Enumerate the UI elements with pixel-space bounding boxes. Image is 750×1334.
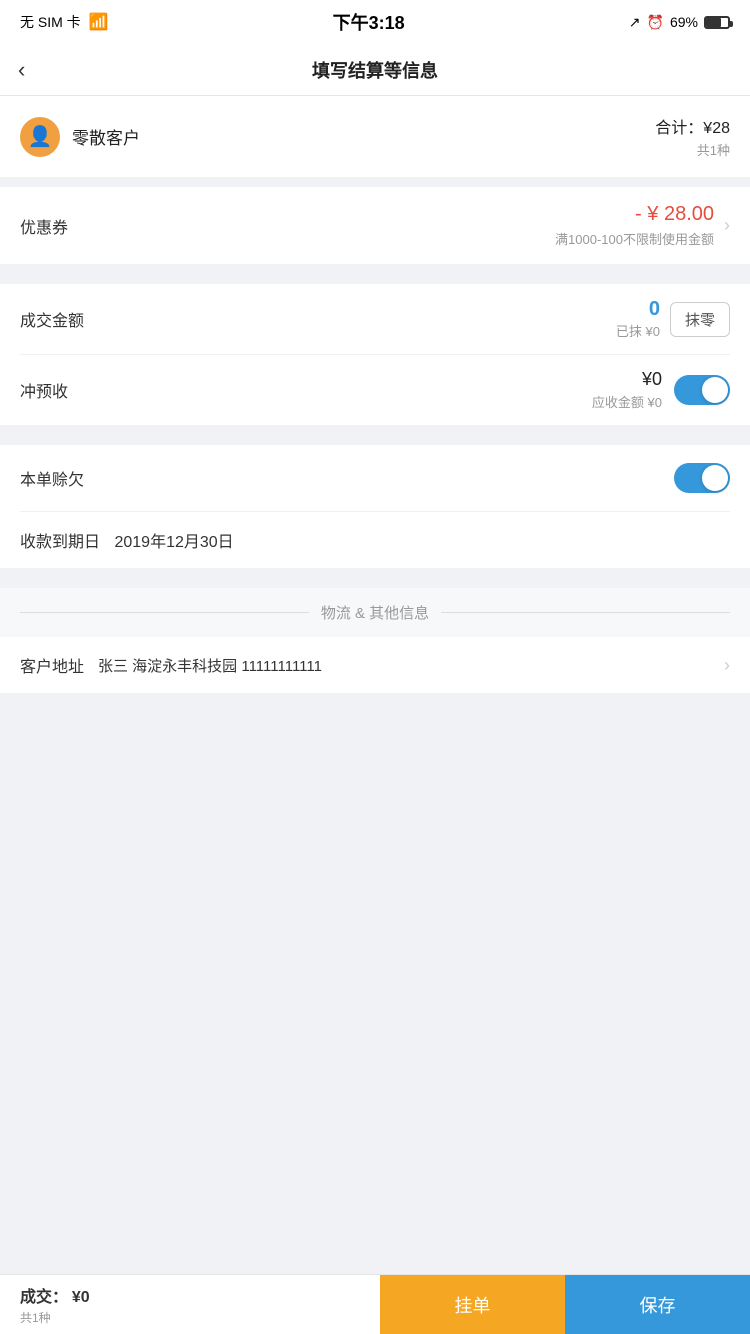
bottom-count: 共1种: [20, 1309, 380, 1326]
due-date-value: 2019年12月30日: [114, 534, 233, 551]
total-amount: 合计：¥28: [655, 114, 730, 138]
defer-label: 本单赊欠: [20, 466, 84, 490]
save-button[interactable]: 保存: [565, 1275, 750, 1334]
deal-amount-col: 0 已抹 ¥0: [616, 298, 660, 340]
location-icon: ↗: [629, 14, 641, 31]
empty-space: [0, 703, 750, 903]
coupon-row[interactable]: 优惠券 - ¥ 28.00 满1000-100不限制使用金额 ›: [0, 187, 750, 264]
coupon-card[interactable]: 优惠券 - ¥ 28.00 满1000-100不限制使用金额 ›: [0, 187, 750, 264]
defer-row: 本单赊欠: [0, 445, 750, 511]
address-card[interactable]: 客户地址 张三 海淀永丰科技园 11111111111 ›: [0, 637, 750, 693]
coupon-detail: - ¥ 28.00 满1000-100不限制使用金额: [555, 203, 714, 248]
bottom-bar: 成交： ¥0 共1种 挂单 保存: [0, 1274, 750, 1334]
main-content: 👤 零散客户 合计：¥28 共1种 优惠券 - ¥ 28.00 满1000-10…: [0, 96, 750, 903]
due-date-label: 收款到期日: [20, 534, 100, 551]
bottom-info: 成交： ¥0 共1种: [0, 1275, 380, 1334]
coupon-label: 优惠券: [20, 214, 68, 238]
deal-label: 成交金额: [20, 307, 84, 331]
logistics-line-right: [441, 612, 730, 613]
avatar-icon: 👤: [28, 124, 53, 149]
status-bar: 无 SIM 卡 📶 下午3:18 ↗ ⏰ 69%: [0, 0, 750, 44]
nav-bar: ‹ 填写结算等信息: [0, 44, 750, 96]
no-sim-text: 无 SIM 卡: [20, 12, 81, 32]
deal-already: 已抹 ¥0: [616, 321, 660, 340]
section-divider-1: [0, 274, 750, 284]
logistics-header: 物流 & 其他信息: [0, 588, 750, 637]
battery-text: 69%: [670, 14, 698, 30]
prepay-row: 冲预收 ¥0 应收金额 ¥0: [0, 355, 750, 425]
coupon-amount: - ¥ 28.00: [555, 203, 714, 226]
defer-toggle-knob: [702, 465, 728, 491]
round-off-button[interactable]: 抹零: [670, 302, 730, 337]
bottom-deal: 成交： ¥0: [20, 1283, 380, 1307]
deal-amount-value: 0: [616, 298, 660, 321]
address-right: ›: [724, 655, 730, 676]
due-date-row: 收款到期日 2019年12月30日: [0, 512, 750, 568]
prepay-label: 冲预收: [20, 378, 68, 402]
section-divider-2: [0, 435, 750, 445]
deal-row: 成交金额 0 已抹 ¥0 抹零: [0, 284, 750, 354]
receivable: 应收金额 ¥0: [592, 392, 662, 411]
status-time: 下午3:18: [333, 9, 405, 35]
battery-icon: [704, 16, 730, 29]
prepay-right: ¥0 应收金额 ¥0: [592, 369, 730, 411]
total-count: 共1种: [655, 140, 730, 159]
customer-right: 合计：¥28 共1种: [655, 114, 730, 159]
prepay-amount: ¥0: [592, 369, 662, 390]
defer-toggle[interactable]: [674, 463, 730, 493]
toggle-knob: [702, 377, 728, 403]
bottom-deal-amount: ¥0: [72, 1289, 90, 1306]
deal-right: 0 已抹 ¥0 抹零: [616, 298, 730, 340]
status-left: 无 SIM 卡 📶: [20, 12, 109, 32]
customer-row: 👤 零散客户 合计：¥28 共1种: [0, 96, 750, 177]
back-button[interactable]: ‹: [18, 57, 25, 83]
avatar: 👤: [20, 117, 60, 157]
customer-name: 零散客户: [72, 124, 140, 149]
hold-button[interactable]: 挂单: [380, 1275, 565, 1334]
deal-card: 成交金额 0 已抹 ¥0 抹零 冲预收 ¥0 应收金额 ¥0: [0, 284, 750, 425]
alarm-icon: ⏰: [647, 14, 664, 31]
status-right: ↗ ⏰ 69%: [629, 14, 730, 31]
chevron-right-icon: ›: [724, 215, 730, 236]
prepay-toggle[interactable]: [674, 375, 730, 405]
address-chevron-icon: ›: [724, 655, 730, 676]
page-title: 填写结算等信息: [312, 57, 438, 83]
deferred-card: 本单赊欠 收款到期日 2019年12月30日: [0, 445, 750, 568]
address-value: 张三 海淀永丰科技园 11111111111: [98, 655, 724, 676]
logistics-label: 物流 & 其他信息: [321, 602, 429, 623]
logistics-line-left: [20, 612, 309, 613]
customer-card: 👤 零散客户 合计：¥28 共1种: [0, 96, 750, 177]
wifi-icon: 📶: [89, 12, 109, 32]
address-row[interactable]: 客户地址 张三 海淀永丰科技园 11111111111 ›: [0, 637, 750, 693]
customer-left: 👤 零散客户: [20, 117, 140, 157]
prepay-amount-col: ¥0 应收金额 ¥0: [592, 369, 662, 411]
deal-prefix: 成交：: [20, 1289, 68, 1306]
section-divider-3: [0, 578, 750, 588]
coupon-desc: 满1000-100不限制使用金额: [555, 229, 714, 248]
coupon-right: - ¥ 28.00 满1000-100不限制使用金额 ›: [555, 203, 730, 248]
address-label: 客户地址: [20, 653, 84, 677]
